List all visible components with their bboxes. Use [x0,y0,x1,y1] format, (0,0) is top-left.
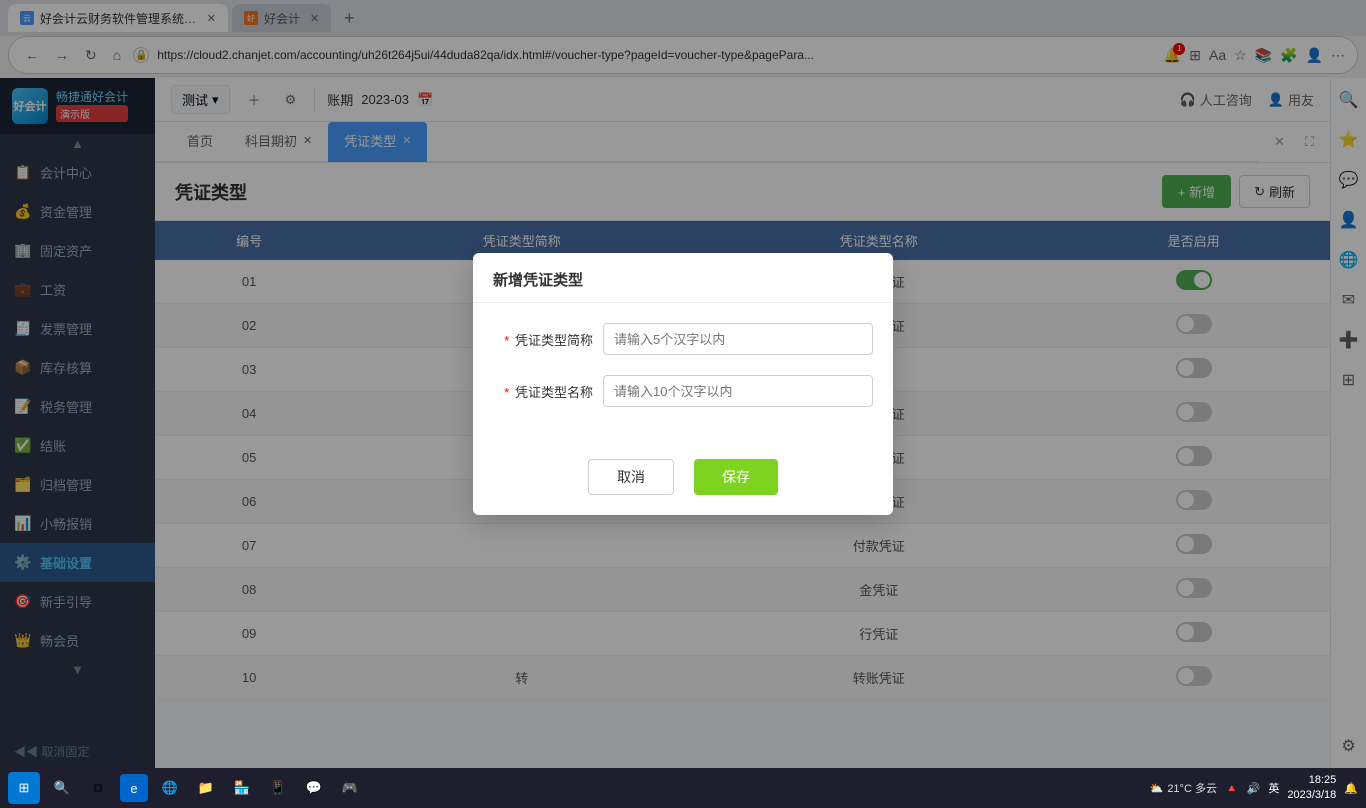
save-button[interactable]: 保存 [694,459,778,495]
notification-center-icon[interactable]: 🔔 [1344,782,1358,795]
dialog-overlay: 新增凭证类型 * 凭证类型简称 * 凭证类型名称 取消 保存 [0,0,1366,768]
full-name-row: * 凭证类型名称 [493,375,873,407]
start-button[interactable]: ⊞ [8,772,40,804]
network-icon[interactable]: 🔺 [1225,782,1239,795]
short-name-input[interactable] [603,323,873,355]
taskbar-right: ⛅ 21°C 多云 🔺 🔊 英 18:25 2023/3/18 🔔 [1150,773,1358,804]
taskbar-task-view[interactable]: ⧉ [84,774,112,802]
taskbar: ⊞ 🔍 ⧉ e 🌐 📁 🏪 📱 💬 🎮 ⛅ 21°C 多云 🔺 🔊 英 18:2… [0,768,1366,808]
taskbar-store[interactable]: 🏪 [228,774,256,802]
taskbar-chrome[interactable]: 🌐 [156,774,184,802]
taskbar-search[interactable]: 🔍 [48,774,76,802]
taskbar-app1[interactable]: 📱 [264,774,292,802]
full-name-input[interactable] [603,375,873,407]
taskbar-wechat[interactable]: 💬 [300,774,328,802]
taskbar-app2[interactable]: 🎮 [336,774,364,802]
required-asterisk-2: * [504,385,509,400]
short-name-label: * 凭证类型简称 [493,330,593,349]
taskbar-explorer[interactable]: 📁 [192,774,220,802]
required-asterisk-1: * [504,333,509,348]
dialog-body: * 凭证类型简称 * 凭证类型名称 [473,303,893,447]
dialog-footer: 取消 保存 [473,447,893,515]
short-name-row: * 凭证类型简称 [493,323,873,355]
taskbar-edge[interactable]: e [120,774,148,802]
taskbar-clock[interactable]: 18:25 2023/3/18 [1287,773,1336,804]
ime-indicator[interactable]: 英 [1268,780,1279,796]
add-voucher-type-dialog: 新增凭证类型 * 凭证类型简称 * 凭证类型名称 取消 保存 [473,253,893,515]
volume-icon[interactable]: 🔊 [1247,782,1261,795]
weather-icon: ⛅ [1150,782,1164,795]
weather-info: ⛅ 21°C 多云 [1150,780,1217,796]
full-name-label: * 凭证类型名称 [493,382,593,401]
dialog-title: 新增凭证类型 [473,253,893,303]
cancel-button[interactable]: 取消 [588,459,674,495]
